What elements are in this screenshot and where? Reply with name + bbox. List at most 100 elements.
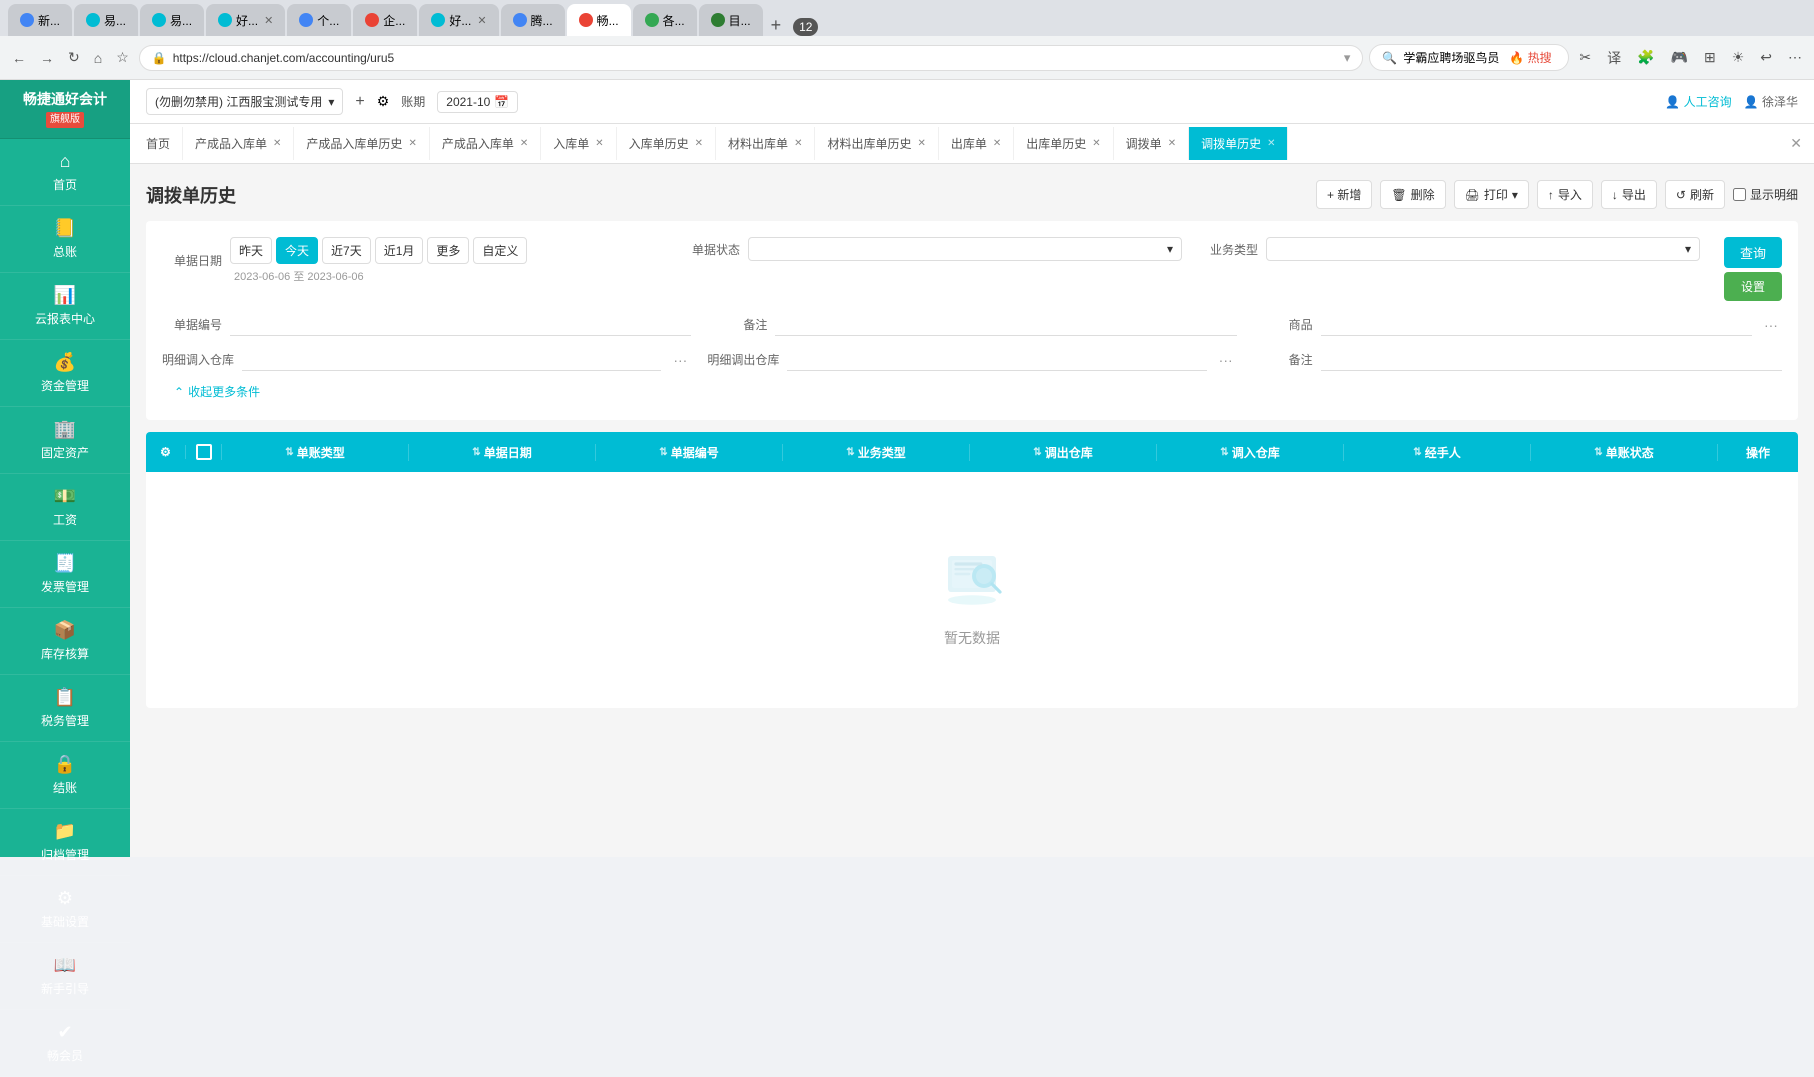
sidebar-item-fund[interactable]: 💰 资金管理 — [0, 340, 130, 407]
history-icon[interactable]: ↩ — [1756, 45, 1776, 70]
address-bar[interactable]: 🔒 https://cloud.chanjet.com/accounting/u… — [139, 45, 1364, 71]
header-settings-icon[interactable]: ⚙ — [377, 93, 390, 110]
grid-icon[interactable]: ⊞ — [1700, 45, 1720, 70]
new-tab-button[interactable]: + — [765, 15, 788, 36]
browser-tab-1[interactable]: 新... — [8, 4, 72, 36]
home-button[interactable]: ⌂ — [90, 46, 106, 70]
game-icon[interactable]: 🎮 — [1667, 45, 1692, 70]
user-service-link[interactable]: 👤 人工咨询 — [1665, 93, 1731, 110]
filter-docnum-input[interactable] — [230, 313, 691, 336]
th-in-warehouse[interactable]: ⇅ 调入仓库 — [1157, 444, 1344, 461]
page-tab-out[interactable]: 出库单 ✕ — [939, 127, 1014, 160]
browser-tab-3[interactable]: 易... — [140, 4, 204, 36]
page-tab-close-stock-in[interactable]: ✕ — [595, 138, 603, 149]
show-summary-checkbox[interactable] — [1733, 188, 1746, 201]
goods-ellipsis-button[interactable]: ··· — [1760, 317, 1782, 333]
th-checkbox[interactable] — [186, 444, 222, 460]
tab-close-4[interactable]: ✕ — [264, 14, 273, 27]
sidebar-item-stock[interactable]: 📦 库存核算 — [0, 608, 130, 675]
date-btn-7days[interactable]: 近7天 — [322, 237, 371, 264]
sidebar-item-invoice[interactable]: 🧾 发票管理 — [0, 541, 130, 608]
th-doc-date[interactable]: ⇅ 单据日期 — [409, 444, 596, 461]
refresh-button[interactable]: ↺ 刷新 — [1665, 180, 1725, 209]
page-tab-transfer[interactable]: 调拨单 ✕ — [1114, 127, 1189, 160]
new-button[interactable]: + 新增 — [1316, 180, 1372, 209]
company-selector[interactable]: (勿删勿禁用) 江西服宝测试专用 ▾ — [146, 88, 343, 115]
page-tab-out-history[interactable]: 出库单历史 ✕ — [1014, 127, 1113, 160]
translate-icon[interactable]: 译 — [1603, 44, 1625, 72]
page-tab-close-out-history[interactable]: ✕ — [1092, 138, 1100, 149]
sun-icon[interactable]: ☀ — [1728, 45, 1749, 70]
close-all-tabs-button[interactable]: ✕ — [1782, 129, 1810, 158]
query-button[interactable]: 查询 — [1724, 237, 1782, 268]
browser-tab-7[interactable]: 好... ✕ — [419, 4, 498, 36]
page-tab-stock-in-history[interactable]: 入库单历史 ✕ — [617, 127, 716, 160]
filter-detail-in-input[interactable] — [242, 348, 661, 371]
filter-biz-select[interactable]: ▾ — [1266, 237, 1700, 261]
period-selector[interactable]: 2021-10 📅 — [437, 91, 518, 113]
th-doc-number[interactable]: ⇅ 单据编号 — [596, 444, 783, 461]
sidebar-item-home[interactable]: ⌂ 首页 — [0, 139, 130, 206]
date-btn-1month[interactable]: 近1月 — [375, 237, 424, 264]
filter-detail-out-input[interactable] — [787, 348, 1206, 371]
scissors-icon[interactable]: ✂ — [1575, 45, 1595, 70]
page-tab-close-material-out[interactable]: ✕ — [794, 138, 802, 149]
date-btn-more[interactable]: 更多 — [427, 237, 469, 264]
sidebar-item-archive[interactable]: 📁 归档管理 — [0, 809, 130, 876]
collapse-button[interactable]: ⌃ 收起更多条件 — [162, 379, 272, 404]
page-tab-close-product-in2[interactable]: ✕ — [520, 138, 528, 149]
page-tab-material-out[interactable]: 材料出库单 ✕ — [716, 127, 815, 160]
sidebar-item-guide[interactable]: 📖 新手引导 — [0, 943, 130, 1010]
export-button[interactable]: ↓ 导出 — [1601, 180, 1657, 209]
bookmark-button[interactable]: ☆ — [112, 45, 133, 70]
date-btn-today[interactable]: 今天 — [276, 237, 318, 264]
date-btn-yesterday[interactable]: 昨天 — [230, 237, 272, 264]
browser-tab-11[interactable]: 目... — [699, 4, 763, 36]
sidebar-item-member[interactable]: ✔ 畅会员 — [0, 1010, 130, 1077]
sidebar-item-fixed-assets[interactable]: 🏢 固定资产 — [0, 407, 130, 474]
page-tab-transfer-history[interactable]: 调拨单历史 ✕ — [1189, 127, 1288, 160]
browser-tab-6[interactable]: 企... — [353, 4, 417, 36]
browser-tab-4[interactable]: 好... ✕ — [206, 4, 285, 36]
page-tab-product-in-history[interactable]: 产成品入库单历史 ✕ — [294, 127, 429, 160]
page-tab-close-product-in-history[interactable]: ✕ — [408, 138, 416, 149]
page-tab-product-in2[interactable]: 产成品入库单 ✕ — [430, 127, 541, 160]
browser-tab-5[interactable]: 个... — [287, 4, 351, 36]
reload-button[interactable]: ↻ — [64, 45, 84, 70]
page-tab-product-in[interactable]: 产成品入库单 ✕ — [183, 127, 294, 160]
th-handler[interactable]: ⇅ 经手人 — [1344, 444, 1531, 461]
sidebar-item-ledger[interactable]: 📒 总账 — [0, 206, 130, 273]
page-tab-close-out[interactable]: ✕ — [993, 138, 1001, 149]
forward-button[interactable]: → — [36, 46, 58, 70]
browser-tab-2[interactable]: 易... — [74, 4, 138, 36]
delete-button[interactable]: 🗑 删除 — [1380, 180, 1445, 209]
menu-button[interactable]: ⋯ — [1784, 45, 1806, 70]
import-button[interactable]: ↑ 导入 — [1537, 180, 1593, 209]
user-avatar[interactable]: 👤 徐泽华 — [1744, 93, 1798, 110]
th-biz-type[interactable]: ⇅ 业务类型 — [783, 444, 970, 461]
detail-out-ellipsis[interactable]: ··· — [1215, 352, 1237, 368]
back-button[interactable]: ← — [8, 46, 30, 70]
browser-tab-10[interactable]: 各... — [633, 4, 697, 36]
th-doc-type[interactable]: ⇅ 单账类型 — [222, 444, 409, 461]
page-tab-close-product-in[interactable]: ✕ — [273, 138, 281, 149]
print-button[interactable]: 🖨 打印 ▾ — [1454, 180, 1529, 209]
browser-tab-8[interactable]: 腾... — [501, 4, 565, 36]
th-out-warehouse[interactable]: ⇅ 调出仓库 — [970, 444, 1157, 461]
filter-detail-remark-input[interactable] — [1321, 348, 1782, 371]
detail-in-ellipsis[interactable]: ··· — [669, 352, 691, 368]
page-tab-home[interactable]: 首页 — [134, 127, 183, 160]
sidebar-item-closing[interactable]: 🔒 结账 — [0, 742, 130, 809]
extension-icon[interactable]: 🧩 — [1633, 45, 1658, 70]
browser-tab-9[interactable]: 畅... — [567, 4, 631, 36]
filter-remark-input[interactable] — [775, 313, 1236, 336]
page-tab-close-stock-in-history[interactable]: ✕ — [695, 138, 703, 149]
page-tab-stock-in[interactable]: 入库单 ✕ — [541, 127, 616, 160]
settings-button[interactable]: 设置 — [1724, 272, 1782, 301]
filter-status-select[interactable]: ▾ — [748, 237, 1182, 261]
date-btn-custom[interactable]: 自定义 — [473, 237, 527, 264]
search-bar[interactable]: 🔍 学霸应聘场驱鸟员 🔥 热搜 — [1369, 44, 1569, 71]
sidebar-item-tax[interactable]: 📋 税务管理 — [0, 675, 130, 742]
add-account-button[interactable]: + — [355, 93, 364, 111]
tab-close-7[interactable]: ✕ — [477, 14, 486, 27]
